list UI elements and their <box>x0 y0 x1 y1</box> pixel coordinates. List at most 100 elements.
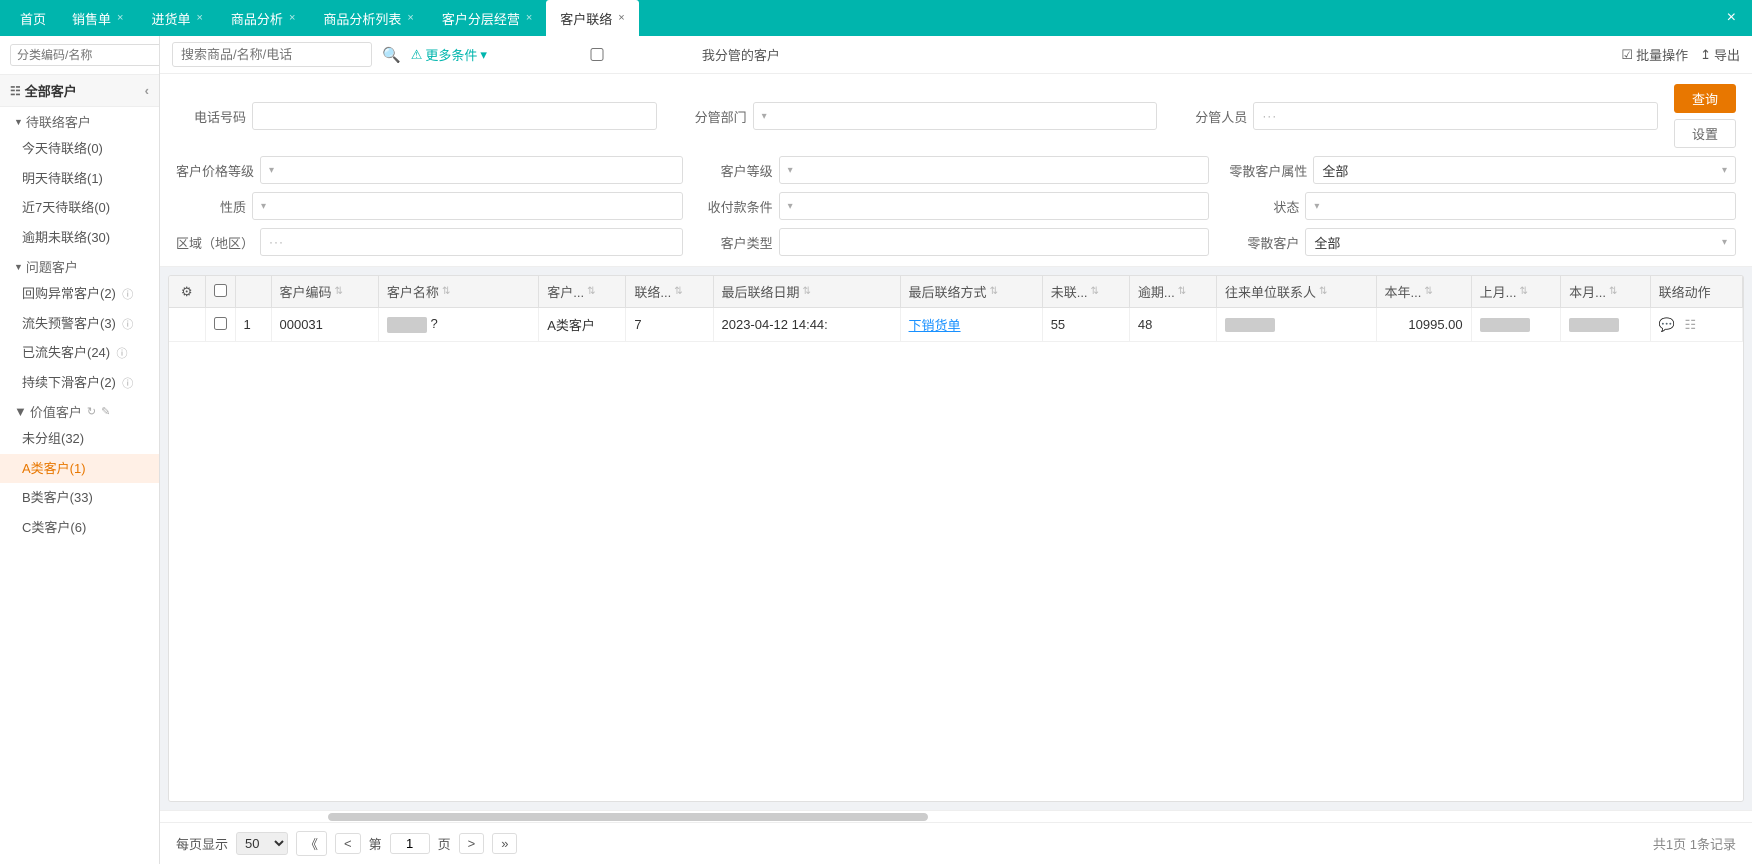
tab-product[interactable]: 商品分析 × <box>217 0 309 36</box>
sidebar-group-value[interactable]: ▼ 价值客户 ↻ ✎ <box>0 397 159 424</box>
chevron-down-icon: ▾ <box>480 47 487 63</box>
search-icon[interactable]: 🔍 <box>382 46 401 64</box>
select-all-checkbox[interactable] <box>214 284 227 297</box>
tab-customer-contact[interactable]: 客户联络 × <box>546 0 638 36</box>
payment-field: 收付款条件 ▾ <box>703 192 1210 220</box>
sort-this-month-icon[interactable]: ⇅ <box>1609 286 1617 297</box>
filter-actions: 查询 设置 <box>1674 84 1736 148</box>
col-gear: ⚙ <box>169 276 205 308</box>
sort-code-icon[interactable]: ⇅ <box>335 286 343 297</box>
sort-not-contact-icon[interactable]: ⇅ <box>1091 286 1099 297</box>
top-nav: 首页 销售单 × 进货单 × 商品分析 × 商品分析列表 × 客户分层经营 × … <box>0 0 1752 36</box>
manager-field: 分管人员 ··· <box>1177 102 1658 130</box>
sidebar-collapse-btn[interactable]: ‹ <box>145 83 149 98</box>
dept-select[interactable]: ▾ <box>753 102 1158 130</box>
page-size-select[interactable]: 50 100 200 <box>236 832 288 855</box>
search-input[interactable] <box>172 42 372 67</box>
sort-name-icon[interactable]: ⇅ <box>442 286 450 297</box>
sort-last-date-icon[interactable]: ⇅ <box>803 286 811 297</box>
sort-contact-icon[interactable]: ⇅ <box>674 286 682 297</box>
close-all-tabs[interactable]: × <box>1719 9 1744 27</box>
first-page-btn[interactable]: 《 <box>296 831 327 856</box>
sidebar-item-unclassified[interactable]: 未分组(32) <box>0 424 159 454</box>
main-layout: 🔍 ☷ 全部客户 ‹ ▼ 待联络客户 今天待联络(0) 明天待联络(1) 近7天… <box>0 36 1752 864</box>
row-seq: 1 <box>235 308 271 342</box>
settings-button[interactable]: 设置 <box>1674 119 1736 148</box>
sidebar-item-class-c[interactable]: C类客户(6) <box>0 513 159 543</box>
my-customer-checkbox[interactable] <box>497 48 697 61</box>
dept-chevron-icon: ▾ <box>762 111 767 122</box>
payment-select[interactable]: ▾ <box>779 192 1210 220</box>
sort-last-month-icon[interactable]: ⇅ <box>1520 286 1528 297</box>
nature-select[interactable]: ▾ <box>252 192 683 220</box>
sidebar-item-lostpre[interactable]: 流失预警客户(3) ⓘ <box>0 309 159 339</box>
sort-overdue-icon[interactable]: ⇅ <box>1178 286 1186 297</box>
gear-icon[interactable]: ⚙ <box>181 284 193 299</box>
customer-type-input[interactable] <box>779 228 1210 256</box>
sidebar-item-overdue[interactable]: 逾期未联络(30) <box>0 223 159 253</box>
next-page-btn[interactable]: > <box>459 833 485 854</box>
data-table-container: ⚙ 客户编码 ⇅ <box>168 275 1744 802</box>
tab-customer-seg[interactable]: 客户分层经营 × <box>428 0 546 36</box>
adv-filter-row-1: 电话号码 分管部门 ▾ 分管人员 ··· 查询 设置 <box>176 84 1736 148</box>
tab-sales[interactable]: 销售单 × <box>58 0 137 36</box>
sort-unit-contact-icon[interactable]: ⇅ <box>1319 286 1327 297</box>
query-button[interactable]: 查询 <box>1674 84 1736 113</box>
phone-input[interactable] <box>252 102 657 130</box>
close-customer-contact-tab[interactable]: × <box>618 12 624 24</box>
row-select-checkbox[interactable] <box>214 317 227 330</box>
status-select[interactable]: ▾ <box>1305 192 1736 220</box>
sidebar-item-today[interactable]: 今天待联络(0) <box>0 134 159 164</box>
refresh-icon[interactable]: ↻ <box>87 405 96 418</box>
export-button[interactable]: ↥ 导出 <box>1700 45 1740 64</box>
sidebar-item-repurchase[interactable]: 回购异常客户(2) ⓘ <box>0 279 159 309</box>
sidebar-item-lost[interactable]: 已流失客户(24) ⓘ <box>0 338 159 368</box>
horizontal-scrollbar[interactable] <box>328 813 928 821</box>
row-last-date: 2023-04-12 14:44: <box>713 308 900 342</box>
tab-home[interactable]: 首页 <box>8 0 58 36</box>
price-grade-select[interactable]: ▾ <box>260 156 683 184</box>
action-icon-1[interactable]: 💬 <box>1659 317 1675 332</box>
tab-product-list[interactable]: 商品分析列表 × <box>309 0 427 36</box>
batch-op-button[interactable]: ☑ 批量操作 <box>1621 45 1688 64</box>
sidebar-item-near7[interactable]: 近7天待联络(0) <box>0 193 159 223</box>
price-grade-field: 客户价格等级 ▾ <box>176 156 683 184</box>
action-icon-2[interactable]: ☷ <box>1684 317 1696 332</box>
last-page-btn[interactable]: » <box>492 833 517 854</box>
region-input[interactable]: ··· <box>260 228 683 256</box>
edit-icon[interactable]: ✎ <box>101 405 110 418</box>
content-area: 🔍 ⚠ 更多条件 ▾ 我分管的客户 ☑ 批量操作 ↥ 导出 <box>160 36 1752 864</box>
close-product-list-tab[interactable]: × <box>407 12 413 24</box>
close-product-tab[interactable]: × <box>289 12 295 24</box>
scatter-attr-select[interactable]: 全部 ▾ <box>1313 156 1736 184</box>
more-filters-btn[interactable]: ⚠ 更多条件 ▾ <box>411 45 487 64</box>
close-purchase-tab[interactable]: × <box>196 12 202 24</box>
sidebar-item-repeat[interactable]: 持续下滑客户(2) ⓘ <box>0 368 159 398</box>
page-input[interactable] <box>390 833 430 854</box>
sort-type-icon[interactable]: ⇅ <box>587 286 595 297</box>
customer-grade-select[interactable]: ▾ <box>779 156 1210 184</box>
scatter-attr-field: 零散客户属性 全部 ▾ <box>1229 156 1736 184</box>
sidebar-item-tomorrow[interactable]: 明天待联络(1) <box>0 164 159 194</box>
sidebar-item-class-a[interactable]: A类客户(1) <box>0 454 159 484</box>
tab-purchase[interactable]: 进货单 × <box>137 0 216 36</box>
sidebar-search-input[interactable] <box>10 44 160 66</box>
prev-page-btn[interactable]: < <box>335 833 361 854</box>
row-checkbox[interactable] <box>205 308 235 342</box>
my-customer-filter[interactable]: 我分管的客户 <box>497 45 780 64</box>
dept-field: 分管部门 ▾ <box>677 102 1158 130</box>
sidebar-item-class-b[interactable]: B类客户(33) <box>0 483 159 513</box>
close-sales-tab[interactable]: × <box>117 12 123 24</box>
this-month-blurred <box>1569 318 1619 332</box>
scatter-select[interactable]: 全部 ▾ <box>1305 228 1736 256</box>
manager-input[interactable]: ··· <box>1253 102 1658 130</box>
sidebar-all-customers[interactable]: ☷ 全部客户 ‹ <box>0 75 159 107</box>
close-customer-seg-tab[interactable]: × <box>526 12 532 24</box>
row-last-way[interactable]: 下销货单 <box>900 308 1042 342</box>
sidebar-group-pending[interactable]: ▼ 待联络客户 <box>0 107 159 134</box>
sort-last-way-icon[interactable]: ⇅ <box>990 286 998 297</box>
sort-this-year-icon[interactable]: ⇅ <box>1424 286 1432 297</box>
col-not-contact: 未联... ⇅ <box>1042 276 1129 308</box>
sidebar-group-problem[interactable]: ▼ 问题客户 <box>0 252 159 279</box>
adv-filter-row-3: 性质 ▾ 收付款条件 ▾ 状态 ▾ <box>176 192 1736 220</box>
